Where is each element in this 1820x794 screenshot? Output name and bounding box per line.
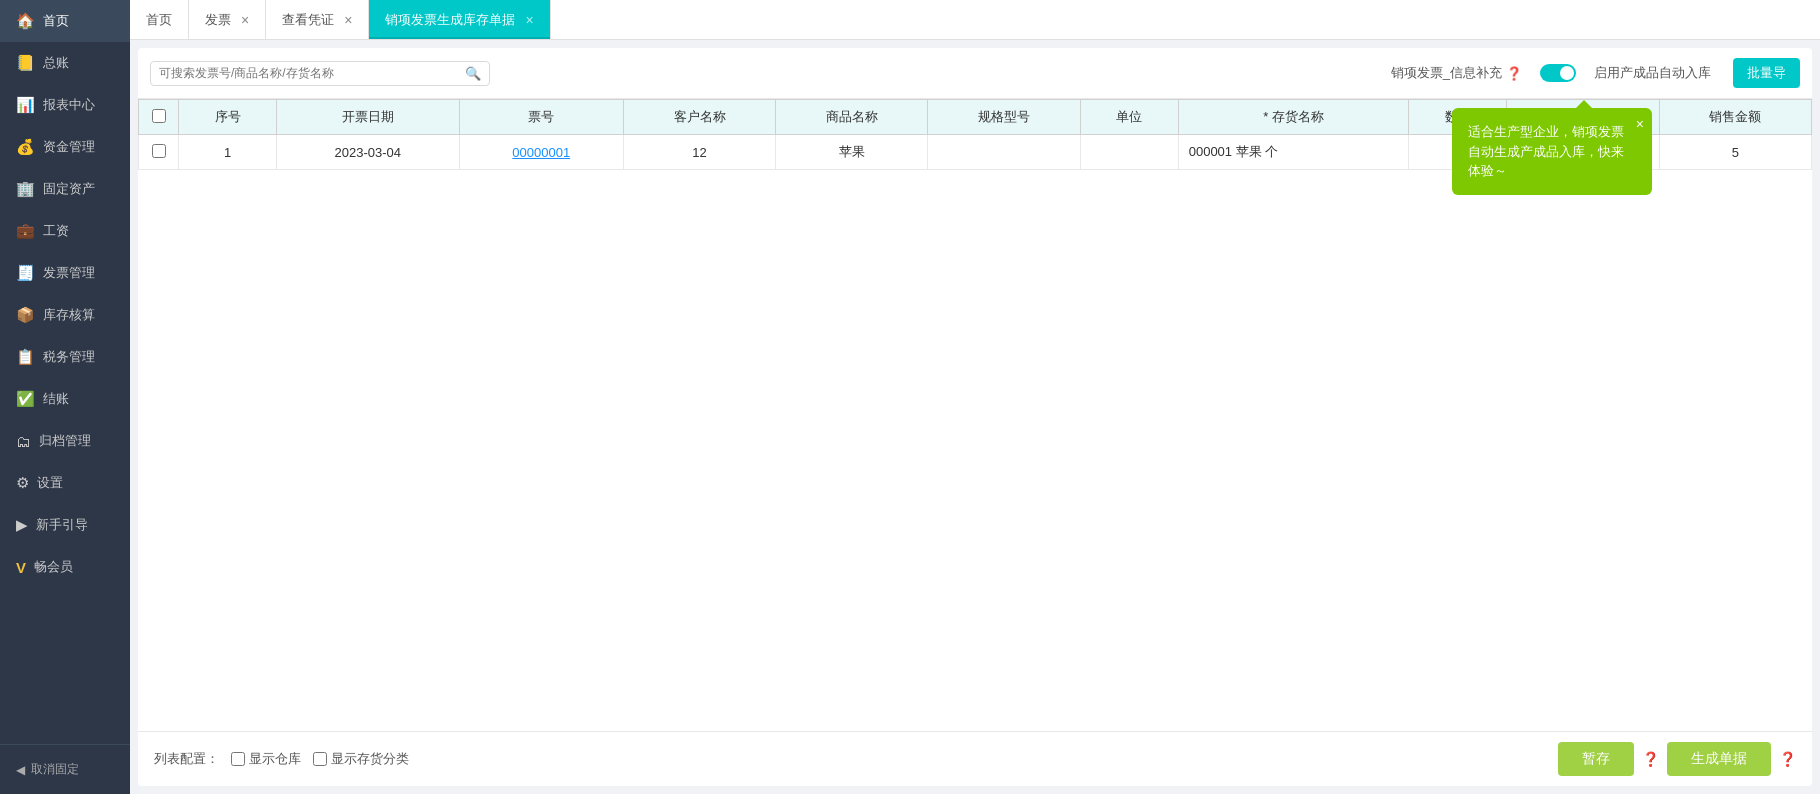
settings-icon: ⚙ bbox=[16, 474, 29, 492]
search-icon[interactable]: 🔍 bbox=[465, 66, 481, 81]
col-customer: 客户名称 bbox=[623, 100, 775, 135]
row-open-date: 2023-03-04 bbox=[277, 135, 459, 170]
generate-help-icon[interactable]: ❓ bbox=[1779, 751, 1796, 767]
col-open-date: 开票日期 bbox=[277, 100, 459, 135]
row-sales-amount: 5 bbox=[1659, 135, 1811, 170]
save-button[interactable]: 暂存 bbox=[1558, 742, 1634, 776]
save-help-icon[interactable]: ❓ bbox=[1642, 751, 1659, 767]
show-category-checkbox[interactable] bbox=[313, 752, 327, 766]
tax-icon: 📋 bbox=[16, 348, 35, 366]
row-spec bbox=[928, 135, 1080, 170]
sidebar-item-assets[interactable]: 🏢 固定资产 bbox=[0, 168, 130, 210]
vip-icon: V bbox=[16, 559, 26, 576]
col-sales-amount: 销售金额 bbox=[1659, 100, 1811, 135]
sidebar-item-inventory[interactable]: 📦 库存核算 bbox=[0, 294, 130, 336]
sidebar-item-archive[interactable]: 🗂 归档管理 bbox=[0, 420, 130, 462]
tooltip-close-button[interactable]: × bbox=[1636, 114, 1644, 135]
tab-view-voucher[interactable]: 查看凭证 × bbox=[266, 0, 369, 39]
auto-toggle[interactable] bbox=[1540, 64, 1576, 82]
col-seq: 序号 bbox=[179, 100, 277, 135]
sidebar-item-guide[interactable]: ▶ 新手引导 bbox=[0, 504, 130, 546]
show-warehouse-label[interactable]: 显示仓库 bbox=[231, 750, 301, 768]
show-warehouse-checkbox[interactable] bbox=[231, 752, 245, 766]
row-unit bbox=[1080, 135, 1178, 170]
sidebar-item-invoice-mgmt[interactable]: 🧾 发票管理 bbox=[0, 252, 130, 294]
search-wrap[interactable]: 🔍 bbox=[150, 61, 490, 86]
tab-bar: 首页 发票 × 查看凭证 × 销项发票生成库存单据 × bbox=[130, 0, 1820, 40]
sidebar-item-funds[interactable]: 💰 资金管理 bbox=[0, 126, 130, 168]
inventory-icon: 📦 bbox=[16, 306, 35, 324]
sidebar-item-labor[interactable]: 💼 工资 bbox=[0, 210, 130, 252]
sidebar-item-ledger[interactable]: 📒 总账 bbox=[0, 42, 130, 84]
col-inventory-name: * 存货名称 bbox=[1178, 100, 1409, 135]
sidebar-item-reports[interactable]: 📊 报表中心 bbox=[0, 84, 130, 126]
main-content: 首页 发票 × 查看凭证 × 销项发票生成库存单据 × 🔍 销项发票_信息补充 … bbox=[130, 0, 1820, 794]
row-checkbox[interactable] bbox=[152, 144, 166, 158]
tooltip-popup: × 适合生产型企业，销项发票自动生成产成品入库，快来体验～ bbox=[1452, 108, 1652, 195]
row-seq: 1 bbox=[179, 135, 277, 170]
header-checkbox-cell bbox=[139, 100, 179, 135]
auto-label: 启用产成品自动入库 bbox=[1594, 64, 1711, 82]
row-customer: 12 bbox=[623, 135, 775, 170]
invoice-mgmt-icon: 🧾 bbox=[16, 264, 35, 282]
batch-button[interactable]: 批量导 bbox=[1733, 58, 1800, 88]
tab-sales-return[interactable]: 销项发票生成库存单据 × bbox=[369, 0, 550, 39]
tab-invoice-close[interactable]: × bbox=[241, 12, 249, 28]
row-inventory-name: 000001 苹果 个 bbox=[1178, 135, 1409, 170]
archive-icon: 🗂 bbox=[16, 433, 31, 450]
reports-icon: 📊 bbox=[16, 96, 35, 114]
pin-icon: ◀ bbox=[16, 763, 25, 777]
settlement-icon: ✅ bbox=[16, 390, 35, 408]
sidebar-item-vip[interactable]: V 畅会员 bbox=[0, 546, 130, 588]
show-category-label[interactable]: 显示存货分类 bbox=[313, 750, 409, 768]
sidebar-bottom: ◀ 取消固定 bbox=[0, 744, 130, 794]
bottom-toolbar: 列表配置： 显示仓库 显示存货分类 暂存 ❓ 生成单据 ❓ bbox=[138, 731, 1812, 786]
tab-view-voucher-close[interactable]: × bbox=[344, 12, 352, 28]
tab-home[interactable]: 首页 bbox=[130, 0, 189, 39]
sidebar-item-tax[interactable]: 📋 税务管理 bbox=[0, 336, 130, 378]
guide-icon: ▶ bbox=[16, 516, 28, 534]
generate-button[interactable]: 生成单据 bbox=[1667, 742, 1771, 776]
list-config-label: 列表配置： bbox=[154, 750, 219, 768]
toggle-slider bbox=[1540, 64, 1576, 82]
sidebar-item-home[interactable]: 🏠 首页 bbox=[0, 0, 130, 42]
row-invoice-no[interactable]: 00000001 bbox=[459, 135, 623, 170]
assets-icon: 🏢 bbox=[16, 180, 35, 198]
info-help-icon[interactable]: ❓ bbox=[1506, 66, 1522, 81]
sidebar: 🏠 首页 📒 总账 📊 报表中心 💰 资金管理 🏢 固定资产 💼 工资 🧾 发票… bbox=[0, 0, 130, 794]
tab-sales-return-close[interactable]: × bbox=[525, 12, 533, 28]
pin-button[interactable]: ◀ 取消固定 bbox=[0, 753, 130, 786]
page-content: 🔍 销项发票_信息补充 ❓ 启用产成品自动入库 批量导 bbox=[138, 48, 1812, 786]
tab-invoice[interactable]: 发票 × bbox=[189, 0, 266, 39]
col-invoice-no: 票号 bbox=[459, 100, 623, 135]
col-spec: 规格型号 bbox=[928, 100, 1080, 135]
col-product-name: 商品名称 bbox=[776, 100, 928, 135]
col-unit: 单位 bbox=[1080, 100, 1178, 135]
select-all-checkbox[interactable] bbox=[152, 109, 166, 123]
ledger-icon: 📒 bbox=[16, 54, 35, 72]
info-label: 销项发票_信息补充 ❓ bbox=[1391, 64, 1522, 82]
search-input[interactable] bbox=[159, 66, 461, 80]
bottom-actions: 暂存 ❓ 生成单据 ❓ bbox=[1558, 742, 1796, 776]
row-product-name: 苹果 bbox=[776, 135, 928, 170]
row-checkbox-cell bbox=[139, 135, 179, 170]
sidebar-item-settlement[interactable]: ✅ 结账 bbox=[0, 378, 130, 420]
funds-icon: 💰 bbox=[16, 138, 35, 156]
home-icon: 🏠 bbox=[16, 12, 35, 30]
labor-icon: 💼 bbox=[16, 222, 35, 240]
sidebar-item-settings[interactable]: ⚙ 设置 bbox=[0, 462, 130, 504]
toolbar-top: 🔍 销项发票_信息补充 ❓ 启用产成品自动入库 批量导 bbox=[138, 48, 1812, 99]
